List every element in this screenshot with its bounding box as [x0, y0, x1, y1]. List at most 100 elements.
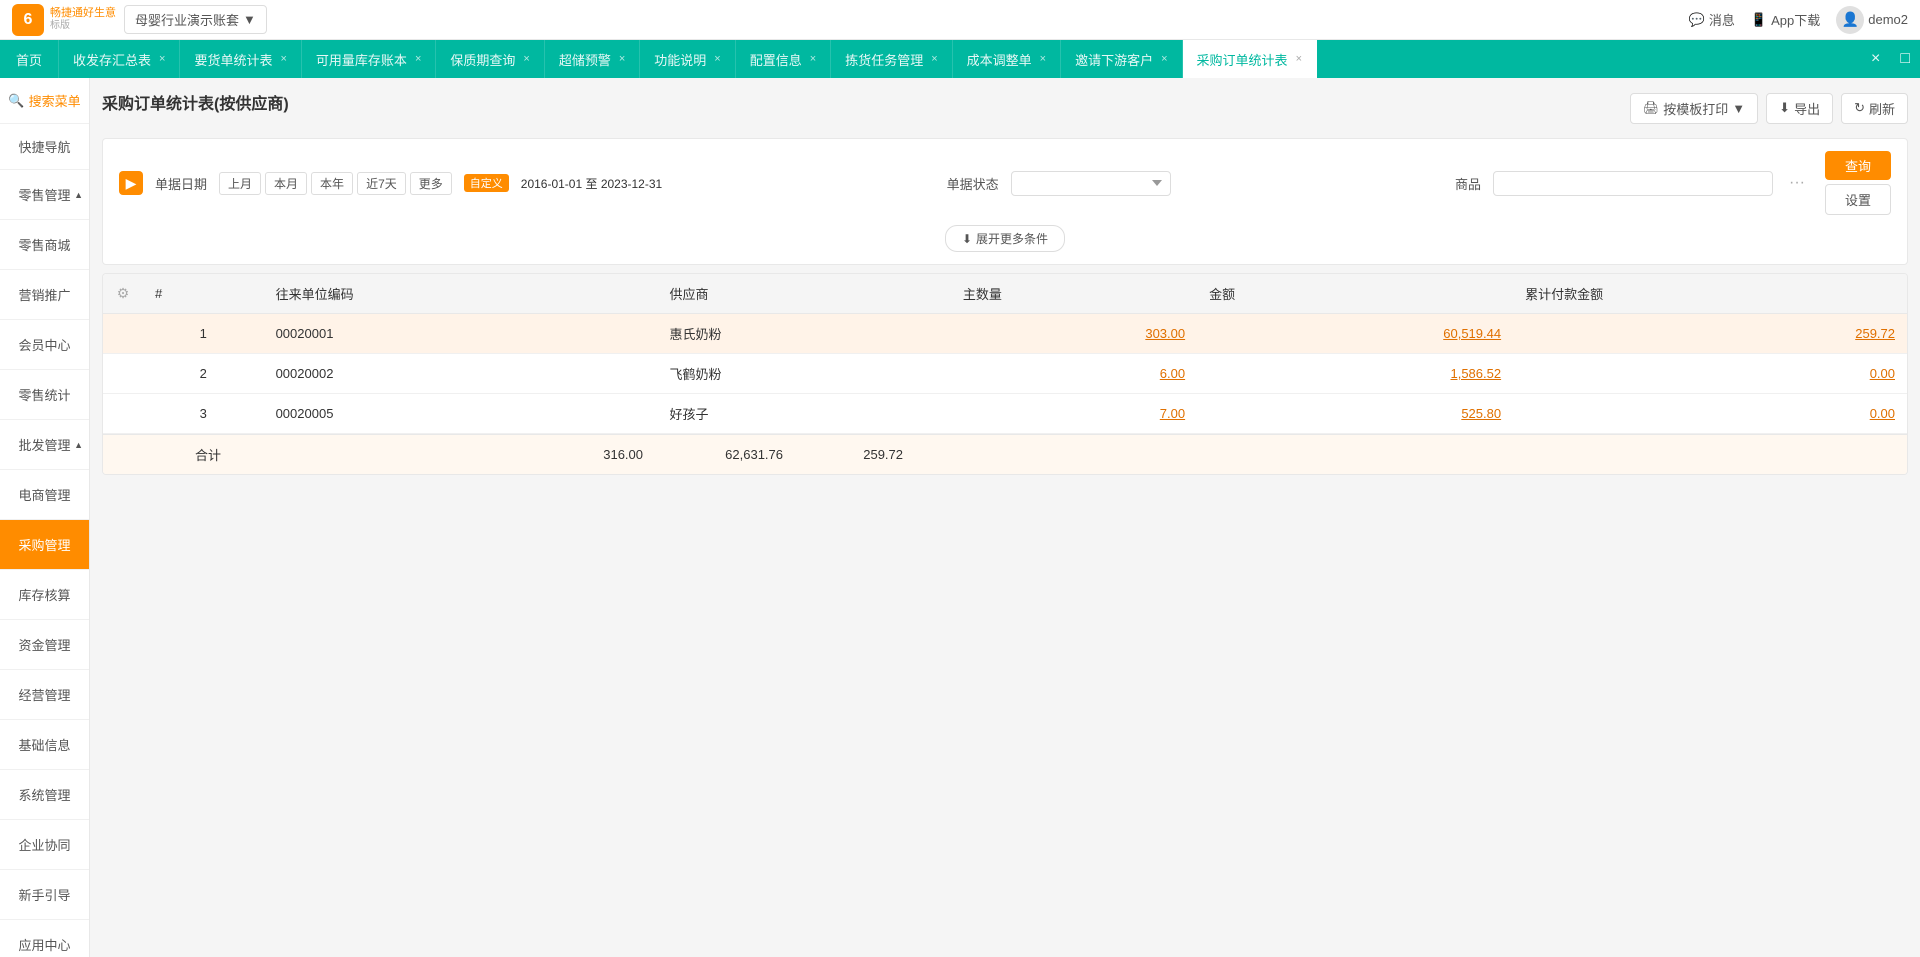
- search-menu-button[interactable]: 🔍 搜索菜单: [0, 78, 89, 124]
- date-shortcut-this-year[interactable]: 本年: [311, 172, 353, 195]
- table-card: ⚙ # 往来单位编码 供应商 主数量 金额 累计付款金额 1 00020001 …: [102, 273, 1908, 475]
- sidebar-item-jingyingguanli[interactable]: 经营管理: [0, 670, 89, 720]
- tab-baozhi[interactable]: 保质期查询 ×: [436, 40, 544, 78]
- row-supplier: 飞鹤奶粉: [657, 354, 950, 394]
- row-code: 00020002: [264, 354, 658, 394]
- settings-button[interactable]: 设置: [1825, 184, 1891, 215]
- sidebar-item-lingshoutongji[interactable]: 零售统计: [0, 370, 89, 420]
- row-paid[interactable]: 0.00: [1513, 394, 1907, 434]
- row-qty[interactable]: 6.00: [951, 354, 1197, 394]
- logo-icon: 6: [12, 4, 44, 36]
- row-amount[interactable]: 525.80: [1197, 394, 1513, 434]
- sidebar-item-xinshouyindao[interactable]: 新手引导: [0, 870, 89, 920]
- tab-close-yaoqingxiayou[interactable]: ×: [1161, 53, 1167, 65]
- row-amount[interactable]: 1,586.52: [1197, 354, 1513, 394]
- sidebar-item-pifaguanli[interactable]: 批发管理: [0, 420, 89, 470]
- status-filter-label: 单据状态: [947, 174, 999, 193]
- date-shortcut-last-month[interactable]: 上月: [219, 172, 261, 195]
- table-header-code: 往来单位编码: [264, 274, 658, 314]
- row-settings: [103, 314, 143, 354]
- sidebar-item-lingshangcheng[interactable]: 零售商城: [0, 220, 89, 270]
- workspace-selector[interactable]: 母婴行业演示账套 ▼: [124, 5, 267, 34]
- user-avatar[interactable]: 👤 demo2: [1836, 6, 1908, 34]
- page-title: 采购订单统计表(按供应商): [102, 90, 289, 114]
- tab-close-yaohuodan[interactable]: ×: [280, 53, 286, 65]
- sidebar-item-caigouguanli[interactable]: 采购管理: [0, 520, 89, 570]
- sidebar-item-yingxiaotuiguang[interactable]: 营销推广: [0, 270, 89, 320]
- quick-nav-button[interactable]: 快捷导航: [0, 124, 89, 170]
- tab-gongneng[interactable]: 功能说明 ×: [640, 40, 735, 78]
- export-icon: ⬇: [1779, 100, 1790, 116]
- gear-icon[interactable]: ⚙: [117, 285, 130, 301]
- tab-close-gongneng[interactable]: ×: [714, 53, 720, 65]
- status-filter-select[interactable]: [1011, 171, 1171, 196]
- app-download-button[interactable]: 📱 App下载: [1751, 10, 1820, 29]
- tab-chaochu[interactable]: 超储预警 ×: [545, 40, 640, 78]
- table-header-settings[interactable]: ⚙: [103, 274, 143, 314]
- table-row: 3 00020005 好孩子 7.00 525.80 0.00: [103, 394, 1907, 434]
- tab-close-all-button[interactable]: ×: [1861, 40, 1890, 78]
- tab-home[interactable]: 首页: [0, 40, 59, 78]
- filter-toggle-button[interactable]: ▶: [119, 171, 143, 195]
- tab-close-chaochu[interactable]: ×: [619, 53, 625, 65]
- date-shortcut-this-month[interactable]: 本月: [265, 172, 307, 195]
- tab-close-baozhi[interactable]: ×: [523, 53, 529, 65]
- export-button[interactable]: ⬇ 导出: [1766, 93, 1833, 124]
- goods-filter-more[interactable]: ···: [1789, 174, 1805, 192]
- logo-text: 畅捷通好生意 标版: [50, 7, 116, 32]
- sidebar-item-huiyuanzhongxin[interactable]: 会员中心: [0, 320, 89, 370]
- row-qty[interactable]: 303.00: [951, 314, 1197, 354]
- tab-maximize-button[interactable]: □: [1890, 40, 1920, 78]
- tab-shoufafahui[interactable]: 收发存汇总表 ×: [59, 40, 180, 78]
- footer-label: 合计: [195, 445, 535, 464]
- main-content: 采购订单统计表(按供应商) 🖨 按模板打印 ▼ ⬇ 导出 ↻ 刷新: [90, 78, 1920, 957]
- expand-more-button[interactable]: ⬇ 展开更多条件: [945, 225, 1065, 252]
- row-seq: 2: [143, 354, 264, 394]
- table-header-row: ⚙ # 往来单位编码 供应商 主数量 金额 累计付款金额: [103, 274, 1907, 314]
- tab-yaoqingxiayou[interactable]: 邀请下游客户 ×: [1061, 40, 1182, 78]
- sidebar-item-xitong[interactable]: 系统管理: [0, 770, 89, 820]
- tab-close-chengbentiaozhen[interactable]: ×: [1040, 53, 1046, 65]
- refresh-button[interactable]: ↻ 刷新: [1841, 93, 1908, 124]
- print-icon: 🖨: [1643, 100, 1660, 116]
- tab-chengbentiaozhen[interactable]: 成本调整单 ×: [953, 40, 1061, 78]
- tab-caigoutongji[interactable]: 采购订单统计表 ×: [1183, 40, 1317, 78]
- row-settings: [103, 354, 143, 394]
- goods-filter-input[interactable]: [1493, 171, 1773, 196]
- footer-qty: 316.00: [535, 447, 655, 462]
- tab-close-caigoutongji[interactable]: ×: [1296, 53, 1302, 65]
- sidebar-item-lingshouguan[interactable]: 零售管理: [0, 170, 89, 220]
- tab-peizhi[interactable]: 配置信息 ×: [736, 40, 831, 78]
- sidebar-item-dianshanguanli[interactable]: 电商管理: [0, 470, 89, 520]
- row-qty[interactable]: 7.00: [951, 394, 1197, 434]
- date-custom-badge: 自定义: [464, 174, 509, 192]
- sidebar-item-zijinguanli[interactable]: 资金管理: [0, 620, 89, 670]
- row-supplier: 好孩子: [657, 394, 950, 434]
- nav-tabs: 首页 收发存汇总表 × 要货单统计表 × 可用量库存账本 × 保质期查询 × 超…: [0, 40, 1920, 78]
- tab-paihuorenwu[interactable]: 拣货任务管理 ×: [831, 40, 952, 78]
- messages-button[interactable]: 💬 消息: [1689, 10, 1735, 29]
- sidebar-item-yingyongzhongxin[interactable]: 应用中心: [0, 920, 89, 957]
- row-paid[interactable]: 0.00: [1513, 354, 1907, 394]
- row-amount[interactable]: 60,519.44: [1197, 314, 1513, 354]
- tab-close-peizhi[interactable]: ×: [810, 53, 816, 65]
- date-shortcut-more[interactable]: 更多: [410, 172, 452, 195]
- tab-keyongliang[interactable]: 可用量库存账本 ×: [302, 40, 436, 78]
- tab-close-shoufafahui[interactable]: ×: [159, 53, 165, 65]
- date-shortcut-7days[interactable]: 近7天: [357, 172, 406, 195]
- table-row: 2 00020002 飞鹤奶粉 6.00 1,586.52 0.00: [103, 354, 1907, 394]
- table-header-seq: #: [143, 274, 264, 314]
- date-range-text: 2016-01-01 至 2023-12-31: [521, 175, 662, 192]
- layout: 🔍 搜索菜单 快捷导航 零售管理 零售商城 营销推广 会员中心 零售统计 批发管…: [0, 78, 1920, 957]
- sidebar-item-jichu[interactable]: 基础信息: [0, 720, 89, 770]
- logo-area: 6 畅捷通好生意 标版: [12, 4, 116, 36]
- table-header-qty: 主数量: [951, 274, 1197, 314]
- sidebar-item-kucunhesuan[interactable]: 库存核算: [0, 570, 89, 620]
- tab-yaohuodan[interactable]: 要货单统计表 ×: [180, 40, 301, 78]
- tab-close-paihuorenwu[interactable]: ×: [931, 53, 937, 65]
- sidebar-item-qiyexietong[interactable]: 企业协同: [0, 820, 89, 870]
- query-button[interactable]: 查询: [1825, 151, 1891, 180]
- row-paid[interactable]: 259.72: [1513, 314, 1907, 354]
- tab-close-keyongliang[interactable]: ×: [415, 53, 421, 65]
- print-button[interactable]: 🖨 按模板打印 ▼: [1630, 93, 1758, 124]
